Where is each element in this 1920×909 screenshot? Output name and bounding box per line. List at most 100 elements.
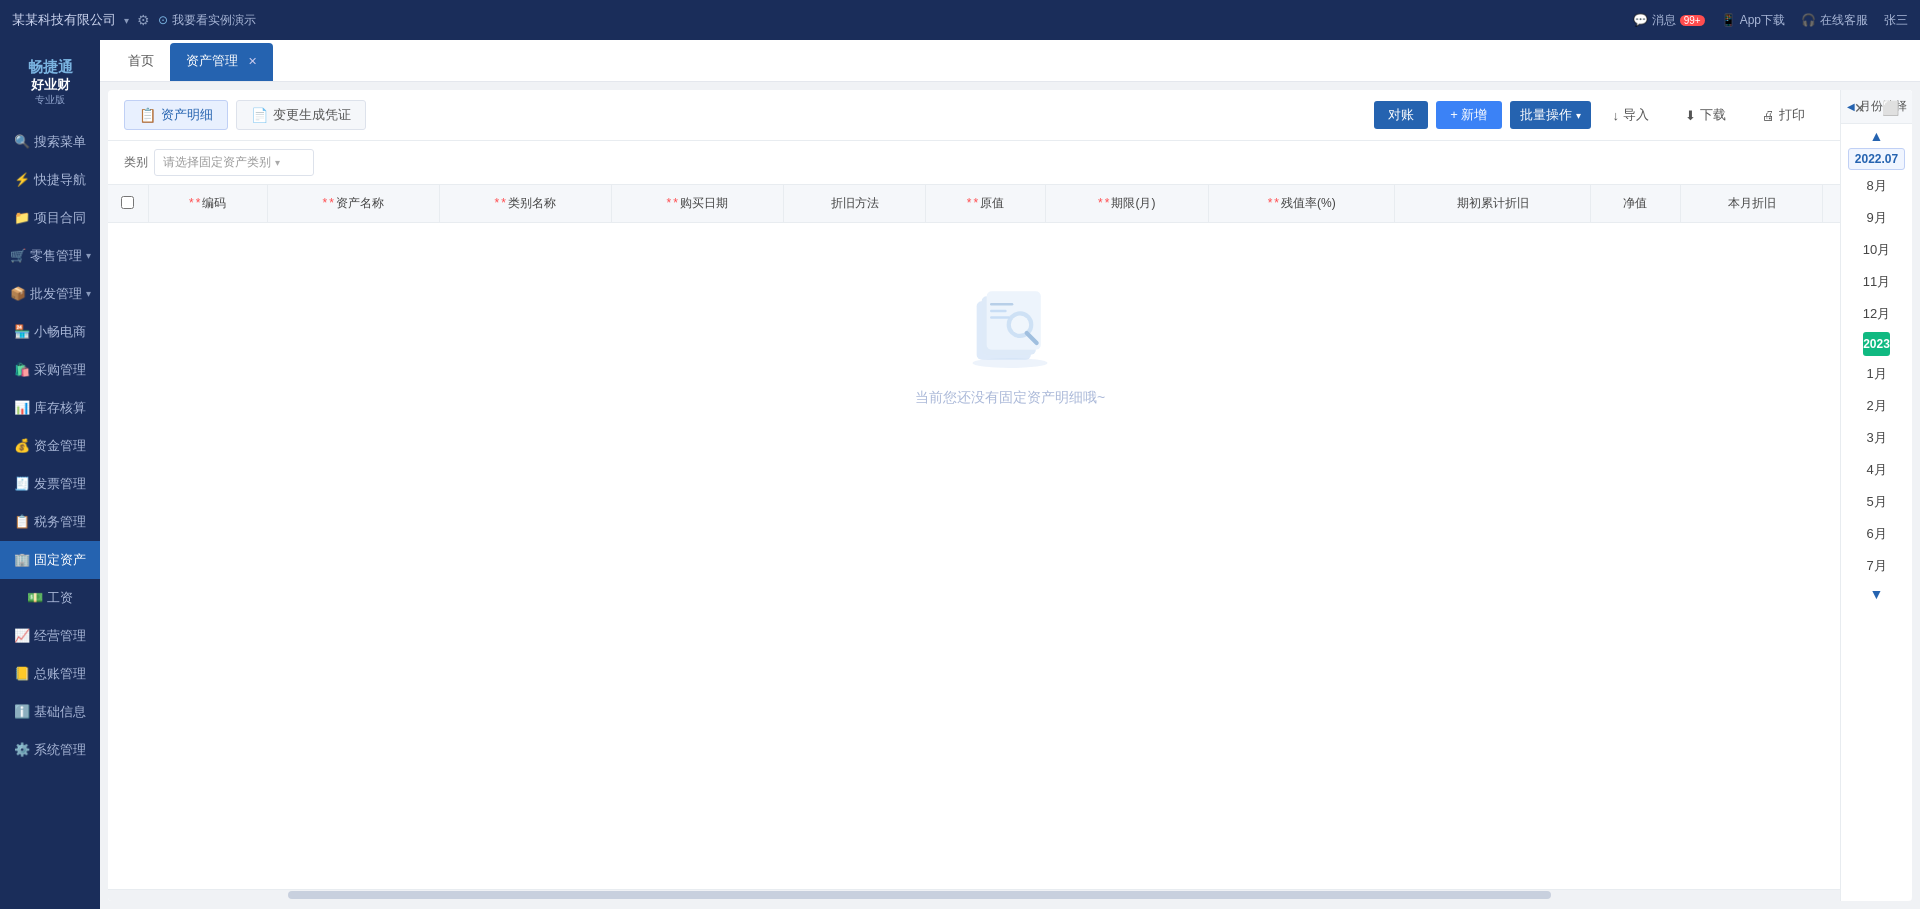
select-all-checkbox[interactable] bbox=[121, 196, 134, 209]
sidebar-label-wholesale: 批发管理 bbox=[30, 285, 82, 303]
app-subtitle: 专业版 bbox=[8, 93, 92, 107]
batch-operation-button[interactable]: 批量操作 ▾ bbox=[1510, 101, 1591, 129]
download-icon: ⬇ bbox=[1685, 108, 1696, 123]
sidebar-item-search[interactable]: 🔍 搜索菜单 bbox=[0, 123, 100, 161]
month-nav-up-arrow[interactable]: ▲ bbox=[1841, 124, 1912, 148]
sidebar-item-ledger[interactable]: 📒 总账管理 bbox=[0, 655, 100, 693]
add-button[interactable]: + 新增 bbox=[1436, 101, 1501, 129]
category-select-placeholder: 请选择固定资产类别 bbox=[163, 154, 271, 171]
bottom-scrollbar-thumb[interactable] bbox=[288, 891, 1551, 899]
change-voucher-tab-label: 变更生成凭证 bbox=[273, 106, 351, 124]
sidebar-item-project[interactable]: 📁 项目合同 bbox=[0, 199, 100, 237]
content-area: 首页 资产管理 ✕ ✕ ⬜ 📋 资产明细 📄 变更 bbox=[100, 40, 1920, 909]
table-header-checkbox bbox=[108, 185, 148, 223]
sidebar-item-payroll[interactable]: 💵 工资 bbox=[0, 579, 100, 617]
sidebar-item-sys[interactable]: ⚙️ 系统管理 bbox=[0, 731, 100, 769]
sidebar-item-tax[interactable]: 📋 税务管理 bbox=[0, 503, 100, 541]
message-badge: 99+ bbox=[1680, 15, 1705, 26]
month-item-5[interactable]: 5月 bbox=[1841, 486, 1912, 518]
month-item-10[interactable]: 10月 bbox=[1841, 234, 1912, 266]
month-item-9[interactable]: 9月 bbox=[1841, 202, 1912, 234]
year-2023-badge: 2023 bbox=[1863, 332, 1890, 356]
month-item-1[interactable]: 1月 bbox=[1841, 358, 1912, 390]
purchase-icon: 🛍️ bbox=[14, 362, 30, 377]
company-dropdown-icon[interactable]: ▾ bbox=[124, 15, 129, 26]
month-item-12[interactable]: 12月 bbox=[1841, 298, 1912, 330]
svg-rect-7 bbox=[990, 303, 1013, 306]
sidebar-item-ecommerce[interactable]: 🏪 小畅电商 bbox=[0, 313, 100, 351]
bottom-scrollbar[interactable] bbox=[108, 889, 1912, 901]
month-item-8[interactable]: 8月 bbox=[1841, 170, 1912, 202]
sidebar-item-finance[interactable]: 💰 资金管理 bbox=[0, 427, 100, 465]
table-header-original-value: *原值 bbox=[926, 185, 1045, 223]
category-filter-group: 类别 请选择固定资产类别 ▾ bbox=[124, 149, 314, 176]
category-select[interactable]: 请选择固定资产类别 ▾ bbox=[154, 149, 314, 176]
page-content: ✕ ⬜ 📋 资产明细 📄 变更生成凭证 对账 + 新增 批量操作 bbox=[108, 90, 1912, 901]
sidebar-item-base-info[interactable]: ℹ️ 基础信息 bbox=[0, 693, 100, 731]
ecommerce-icon: 🏪 bbox=[14, 324, 30, 339]
import-button[interactable]: ↓ 导入 bbox=[1599, 101, 1664, 129]
sidebar-item-purchase[interactable]: 🛍️ 采购管理 bbox=[0, 351, 100, 389]
month-item-6[interactable]: 6月 bbox=[1841, 518, 1912, 550]
top-bar: 某某科技有限公司 ▾ ⚙ 我要看实例演示 💬 消息 99+ 📱 App下载 🎧 … bbox=[0, 0, 1920, 40]
app-download-action[interactable]: 📱 App下载 bbox=[1721, 12, 1785, 29]
reconcile-button[interactable]: 对账 bbox=[1374, 101, 1428, 129]
payroll-icon: 💵 bbox=[27, 590, 43, 605]
quick-nav-icon: ⚡ bbox=[14, 172, 30, 187]
sidebar-label-fixed-assets: 固定资产 bbox=[34, 551, 86, 569]
sys-icon: ⚙️ bbox=[14, 742, 30, 757]
online-service-action[interactable]: 🎧 在线客服 bbox=[1801, 12, 1868, 29]
sub-tab-asset-detail[interactable]: 📋 资产明细 bbox=[124, 100, 228, 130]
table-header-row: *编码 *资产名称 *类别名称 *购买日期 折旧方法 bbox=[108, 185, 1912, 223]
asset-detail-tab-icon: 📋 bbox=[139, 107, 156, 123]
tax-icon: 📋 bbox=[14, 514, 30, 529]
month-item-7[interactable]: 7月 bbox=[1841, 550, 1912, 582]
sidebar-label-tax: 税务管理 bbox=[34, 513, 86, 531]
empty-state-icon bbox=[960, 283, 1060, 373]
tab-home[interactable]: 首页 bbox=[112, 43, 170, 81]
month-panel: ◀ 月份选择 ▲ 2022.07 8月 9月 10月 11月 12月 2023 … bbox=[1840, 90, 1912, 901]
sidebar-item-fixed-assets[interactable]: 🏢 固定资产 bbox=[0, 541, 100, 579]
sub-tab-change-voucher[interactable]: 📄 变更生成凭证 bbox=[236, 100, 366, 130]
table-header-net-value: 净值 bbox=[1590, 185, 1680, 223]
sidebar-item-quick-nav[interactable]: ⚡ 快捷导航 bbox=[0, 161, 100, 199]
table-header-purchase-date: *购买日期 bbox=[611, 185, 783, 223]
base-info-icon: ℹ️ bbox=[14, 704, 30, 719]
app-download-icon: 📱 bbox=[1721, 13, 1736, 27]
invoice-icon: 🧾 bbox=[14, 476, 30, 491]
settings-icon[interactable]: ⚙ bbox=[137, 12, 150, 28]
batch-label: 批量操作 bbox=[1520, 106, 1572, 124]
print-button[interactable]: 🖨 打印 bbox=[1748, 101, 1819, 129]
sidebar-label-sys: 系统管理 bbox=[34, 741, 86, 759]
month-nav-down-arrow[interactable]: ▼ bbox=[1841, 582, 1912, 606]
sidebar-label-quick-nav: 快捷导航 bbox=[34, 171, 86, 189]
month-item-2[interactable]: 2月 bbox=[1841, 390, 1912, 422]
search-icon: 🔍 bbox=[14, 134, 30, 149]
window-close-button[interactable]: ✕ bbox=[1846, 94, 1874, 122]
sidebar-item-ops[interactable]: 📈 经营管理 bbox=[0, 617, 100, 655]
online-service-label: 在线客服 bbox=[1820, 12, 1868, 29]
current-year-display[interactable]: 2022.07 bbox=[1848, 148, 1905, 170]
home-tab-label: 首页 bbox=[128, 52, 154, 70]
sidebar-label-inventory: 库存核算 bbox=[34, 399, 86, 417]
sidebar-label-ecommerce: 小畅电商 bbox=[34, 323, 86, 341]
sidebar-item-inventory[interactable]: 📊 库存核算 bbox=[0, 389, 100, 427]
top-bar-right: 💬 消息 99+ 📱 App下载 🎧 在线客服 张三 bbox=[1633, 12, 1908, 29]
table-header-depreciation-method: 折旧方法 bbox=[783, 185, 926, 223]
app-title: 畅捷通 好业财 bbox=[8, 58, 92, 93]
download-button[interactable]: ⬇ 下载 bbox=[1671, 101, 1740, 129]
window-maximize-button[interactable]: ⬜ bbox=[1876, 94, 1904, 122]
tab-asset-mgmt[interactable]: 资产管理 ✕ bbox=[170, 43, 273, 81]
sidebar-item-invoice[interactable]: 🧾 发票管理 bbox=[0, 465, 100, 503]
month-item-4[interactable]: 4月 bbox=[1841, 454, 1912, 486]
asset-mgmt-tab-label: 资产管理 bbox=[186, 52, 238, 70]
month-item-11[interactable]: 11月 bbox=[1841, 266, 1912, 298]
user-name[interactable]: 张三 bbox=[1884, 12, 1908, 29]
message-action[interactable]: 💬 消息 99+ bbox=[1633, 12, 1705, 29]
sidebar-item-retail[interactable]: 🛒 零售管理 bbox=[0, 237, 100, 275]
tab-close-icon[interactable]: ✕ bbox=[248, 55, 257, 68]
demo-link[interactable]: 我要看实例演示 bbox=[158, 12, 256, 29]
sidebar-item-wholesale[interactable]: 📦 批发管理 bbox=[0, 275, 100, 313]
month-item-3[interactable]: 3月 bbox=[1841, 422, 1912, 454]
month-scroll[interactable]: ▲ 2022.07 8月 9月 10月 11月 12月 2023 1月 2月 3… bbox=[1841, 124, 1912, 901]
